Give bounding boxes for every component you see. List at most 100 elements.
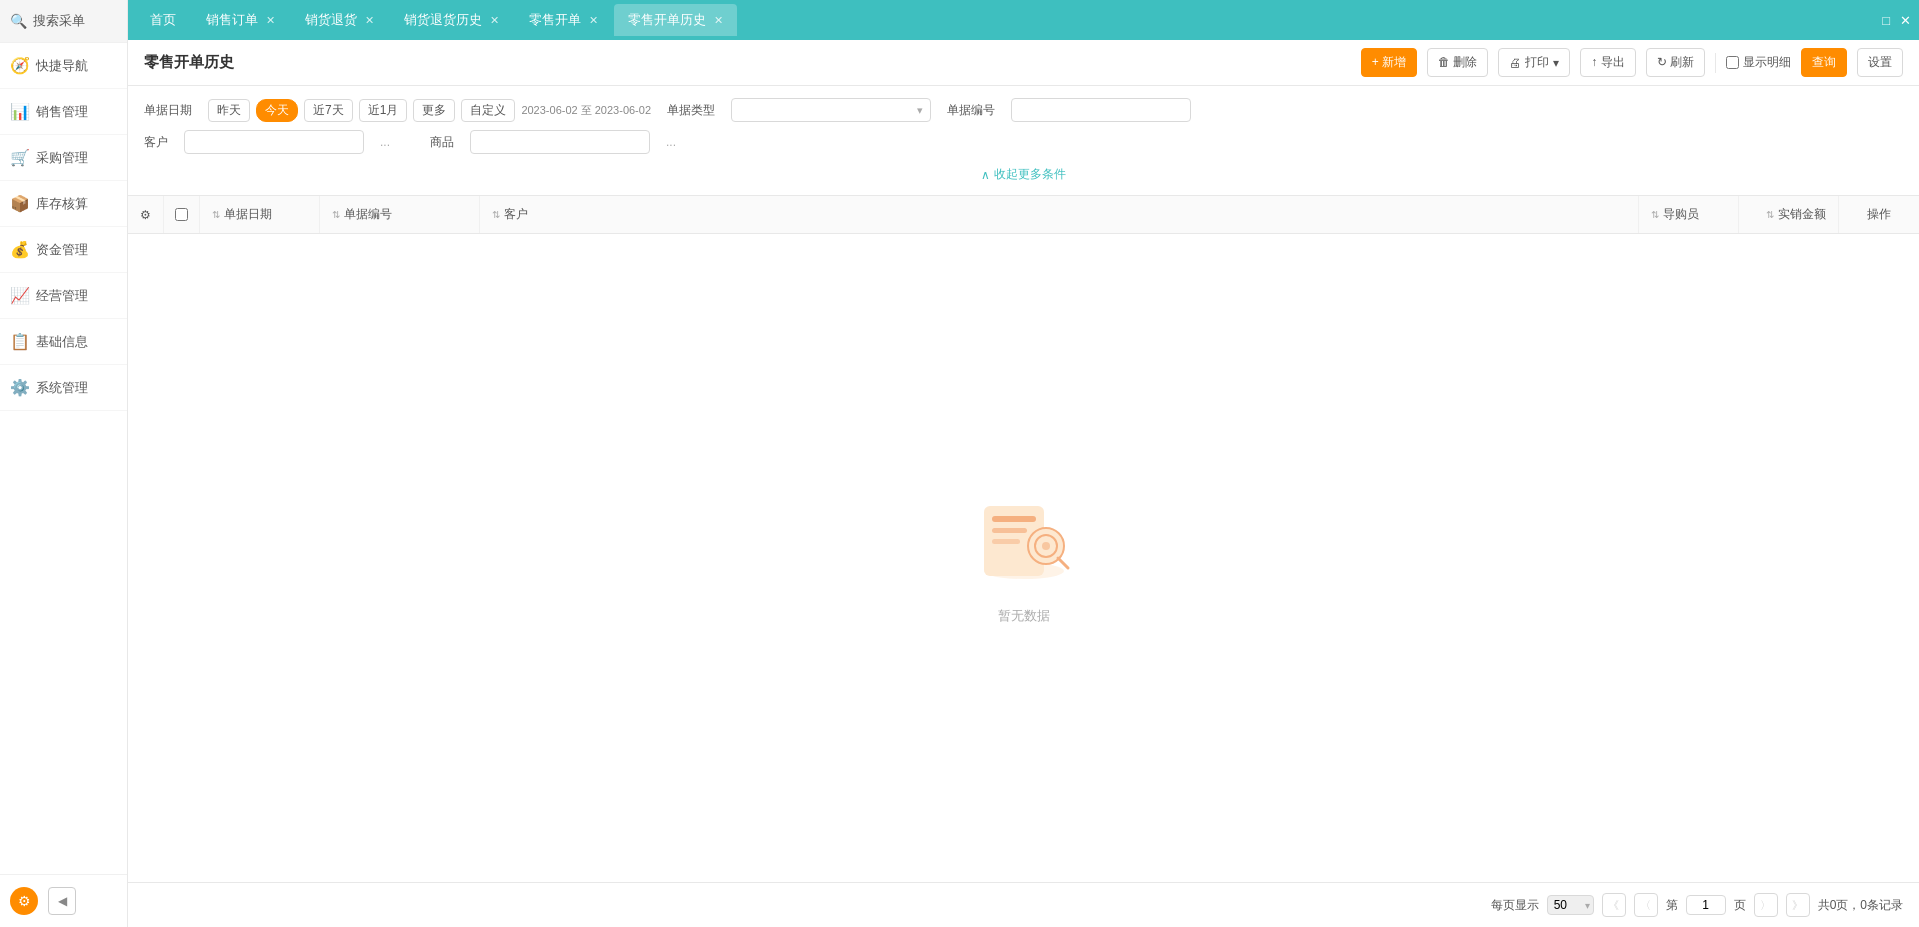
tab-sales-return-label: 销货退货 xyxy=(305,11,357,29)
tab-retail-open-history-close[interactable]: ✕ xyxy=(714,14,723,27)
delete-button[interactable]: 🗑 删除 xyxy=(1427,48,1488,77)
add-button[interactable]: + 新增 xyxy=(1361,48,1417,77)
sidebar-item-quick-nav[interactable]: 🧭 快捷导航 xyxy=(0,43,127,89)
print-icon: 🖨 xyxy=(1509,56,1521,70)
customer-dots[interactable]: ... xyxy=(380,135,390,149)
th-guide-label: 导购员 xyxy=(1663,206,1699,223)
tab-home[interactable]: 首页 xyxy=(136,4,190,36)
filter-collapse-btn[interactable]: ∧ 收起更多条件 xyxy=(144,162,1903,187)
collapse-arrow-icon: ◀ xyxy=(58,894,67,908)
doc-type-select[interactable] xyxy=(731,98,931,122)
tab-sales-order-close[interactable]: ✕ xyxy=(266,14,275,27)
sidebar-item-sales-mgmt[interactable]: 📊 销售管理 xyxy=(0,89,127,135)
settings-button[interactable]: 设置 xyxy=(1857,48,1903,77)
svg-rect-4 xyxy=(992,539,1020,544)
tab-retail-open[interactable]: 零售开单 ✕ xyxy=(515,4,612,36)
more-btn[interactable]: 更多 xyxy=(413,99,455,122)
th-action: 操作 xyxy=(1839,196,1919,233)
yesterday-btn[interactable]: 昨天 xyxy=(208,99,250,122)
basic-info-icon: 📋 xyxy=(10,332,28,351)
sidebar-item-label: 采购管理 xyxy=(36,149,88,167)
customer-input[interactable] xyxy=(184,130,364,154)
th-settings[interactable]: ⚙ xyxy=(128,196,164,233)
sidebar-item-label: 系统管理 xyxy=(36,379,88,397)
page-size-select[interactable]: 10 20 50 100 xyxy=(1547,895,1594,915)
sort-guide-icon[interactable]: ⇅ xyxy=(1651,209,1659,220)
sidebar-item-label: 销售管理 xyxy=(36,103,88,121)
tab-home-label: 首页 xyxy=(150,11,176,29)
sidebar-item-system[interactable]: ⚙️ 系统管理 xyxy=(0,365,127,411)
select-all-checkbox[interactable] xyxy=(175,208,188,221)
filter-collapse-label: 收起更多条件 xyxy=(994,166,1066,183)
operations-icon: 📈 xyxy=(10,286,28,305)
tab-sales-return-close[interactable]: ✕ xyxy=(365,14,374,27)
sort-no-icon[interactable]: ⇅ xyxy=(332,209,340,220)
sidebar-item-inventory[interactable]: 📦 库存核算 xyxy=(0,181,127,227)
filter-area: 单据日期 昨天 今天 近7天 近1月 更多 自定义 2023-06-02 至 2… xyxy=(128,86,1919,196)
toolbar-divider xyxy=(1715,53,1716,73)
th-action-label: 操作 xyxy=(1867,206,1891,223)
customer-filter-label: 客户 xyxy=(144,134,168,151)
sidebar-item-operations[interactable]: 📈 经营管理 xyxy=(0,273,127,319)
topnav-right: □ ✕ xyxy=(1882,13,1911,28)
date-filter-group: 昨天 今天 近7天 近1月 更多 自定义 2023-06-02 至 2023-0… xyxy=(208,99,651,122)
sort-amount-icon[interactable]: ⇅ xyxy=(1766,209,1774,220)
tab-sales-return-history-close[interactable]: ✕ xyxy=(490,14,499,27)
th-amount-label: 实销金额 xyxy=(1778,206,1826,223)
show-detail-checkbox-area[interactable]: 显示明细 xyxy=(1726,54,1791,71)
sidebar-item-finance[interactable]: 💰 资金管理 xyxy=(0,227,127,273)
query-button[interactable]: 查询 xyxy=(1801,48,1847,77)
th-date: ⇅ 单据日期 xyxy=(200,196,320,233)
doc-no-input[interactable] xyxy=(1011,98,1191,122)
page-label: 第 xyxy=(1666,897,1678,914)
svg-line-7 xyxy=(1058,558,1068,568)
sidebar-search[interactable]: 🔍 搜索采单 xyxy=(0,0,127,43)
week-btn[interactable]: 近7天 xyxy=(304,99,353,122)
sidebar-item-label: 库存核算 xyxy=(36,195,88,213)
top-nav: 首页 销售订单 ✕ 销货退货 ✕ 销货退货历史 ✕ 零售开单 ✕ 零售开单历史 … xyxy=(128,0,1919,40)
th-checkbox[interactable] xyxy=(164,196,200,233)
prev-page-button[interactable]: 〈 xyxy=(1634,893,1658,917)
tab-retail-open-history[interactable]: 零售开单历史 ✕ xyxy=(614,4,737,36)
export-button[interactable]: ↑ 导出 xyxy=(1580,48,1635,77)
tab-sales-return[interactable]: 销货退货 ✕ xyxy=(291,4,388,36)
window-close-button[interactable]: ✕ xyxy=(1900,13,1911,28)
tab-sales-order[interactable]: 销售订单 ✕ xyxy=(192,4,289,36)
filter-row-2: 客户 ... 商品 ... xyxy=(144,130,1903,154)
last-page-button[interactable]: 》 xyxy=(1786,893,1810,917)
custom-btn[interactable]: 自定义 xyxy=(461,99,515,122)
window-restore-button[interactable]: □ xyxy=(1882,13,1890,28)
sort-date-icon[interactable]: ⇅ xyxy=(212,209,220,220)
first-page-button[interactable]: 《 xyxy=(1602,893,1626,917)
tab-retail-open-history-label: 零售开单历史 xyxy=(628,11,706,29)
doc-no-label: 单据编号 xyxy=(947,102,995,119)
sidebar-item-purchase-mgmt[interactable]: 🛒 采购管理 xyxy=(0,135,127,181)
sidebar-collapse-button[interactable]: ◀ xyxy=(48,887,76,915)
page-input[interactable] xyxy=(1686,895,1726,915)
tab-sales-return-history[interactable]: 销货退货历史 ✕ xyxy=(390,4,513,36)
sidebar-search-label: 搜索采单 xyxy=(33,12,85,30)
filter-row-1: 单据日期 昨天 今天 近7天 近1月 更多 自定义 2023-06-02 至 2… xyxy=(144,98,1903,122)
print-arrow-icon: ▾ xyxy=(1553,56,1559,70)
tab-retail-open-close[interactable]: ✕ xyxy=(589,14,598,27)
next-page-button[interactable]: 〉 xyxy=(1754,893,1778,917)
th-customer: ⇅ 客户 xyxy=(480,196,1639,233)
th-customer-label: 客户 xyxy=(504,206,528,223)
sidebar-item-basic-info[interactable]: 📋 基础信息 xyxy=(0,319,127,365)
goods-input[interactable] xyxy=(470,130,650,154)
settings-gear-button[interactable]: ⚙ xyxy=(10,887,38,915)
empty-state: 暂无数据 xyxy=(128,234,1919,882)
goods-dots[interactable]: ... xyxy=(666,135,676,149)
show-detail-checkbox[interactable] xyxy=(1726,56,1739,69)
sort-customer-icon[interactable]: ⇅ xyxy=(492,209,500,220)
print-button[interactable]: 🖨 🖨 打印 打印 ▾ xyxy=(1498,48,1570,77)
today-btn[interactable]: 今天 xyxy=(256,99,298,122)
month-btn[interactable]: 近1月 xyxy=(359,99,408,122)
sidebar-item-label: 快捷导航 xyxy=(36,57,88,75)
refresh-button[interactable]: ↻ 刷新 xyxy=(1646,48,1705,77)
inventory-icon: 📦 xyxy=(10,194,28,213)
sidebar: 🔍 搜索采单 🧭 快捷导航 📊 销售管理 🛒 采购管理 📦 库存核算 💰 资金管… xyxy=(0,0,128,927)
total-label: 共0页，0条记录 xyxy=(1818,897,1903,914)
sales-mgmt-icon: 📊 xyxy=(10,102,28,121)
per-page-label: 每页显示 xyxy=(1491,897,1539,914)
